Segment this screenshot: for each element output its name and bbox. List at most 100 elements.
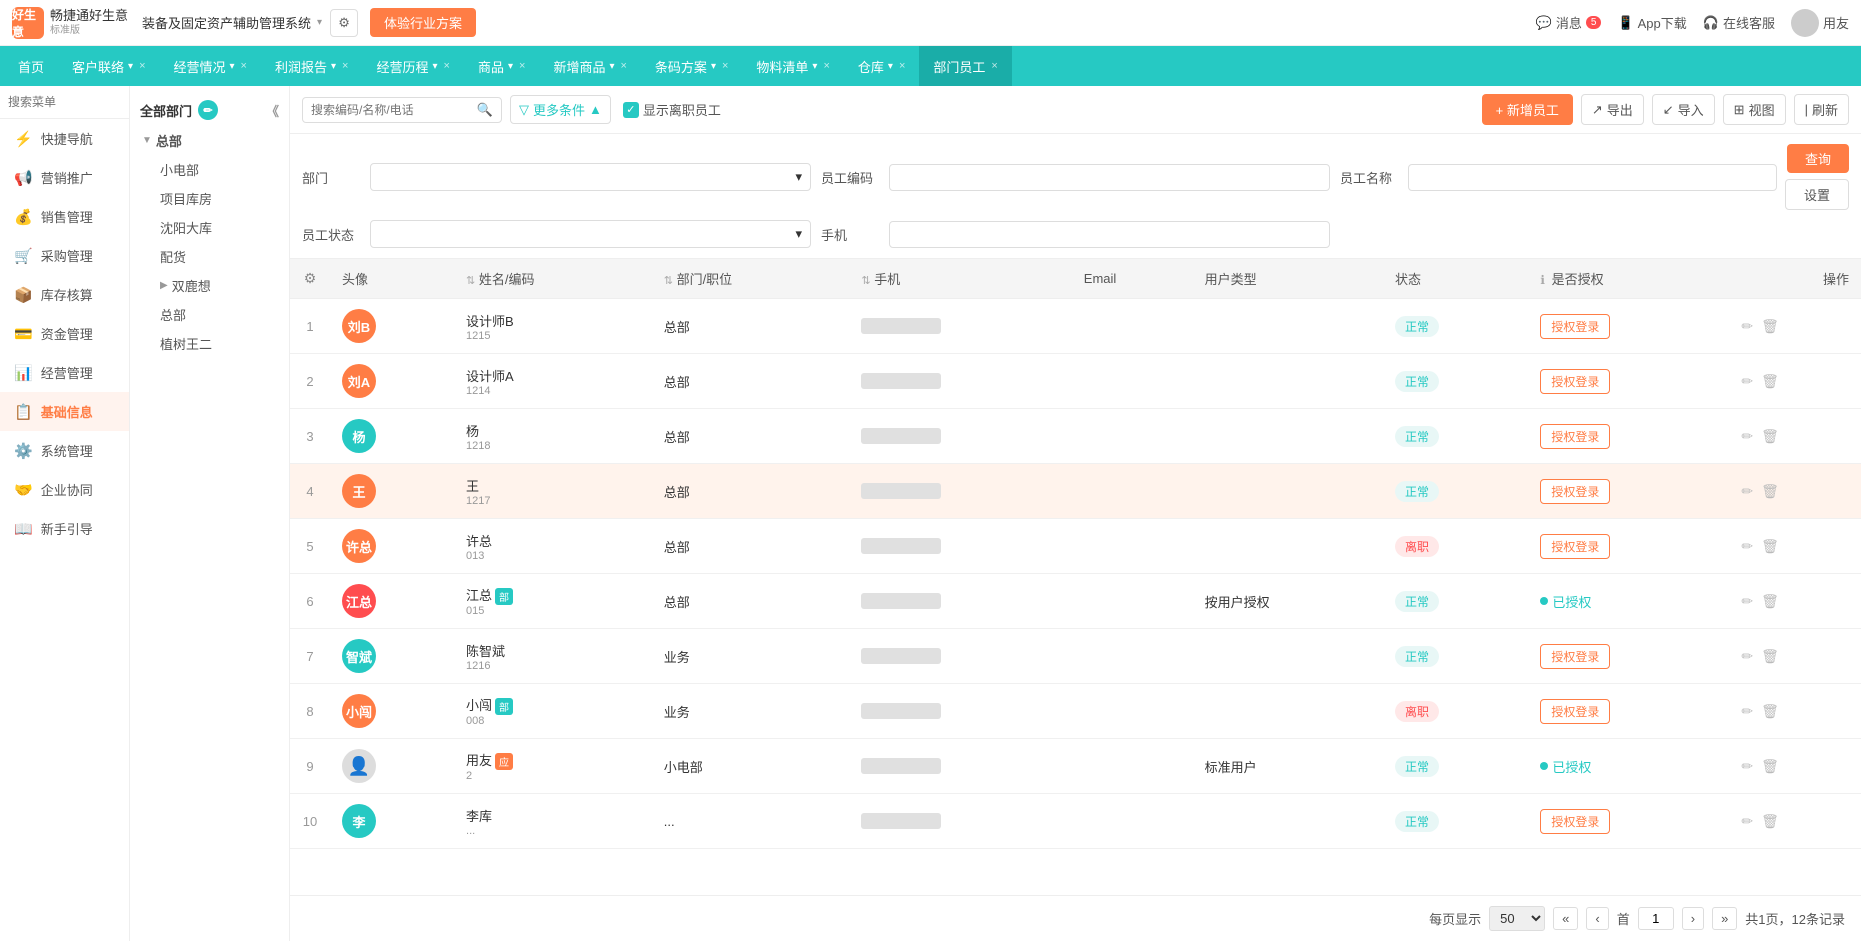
dept-node-double-deer[interactable]: ▶ 双鹿想 — [130, 271, 289, 300]
dept-node-head-office[interactable]: 总部 — [130, 300, 289, 329]
sidebar-item-sales[interactable]: 💰 销售管理 — [0, 197, 129, 236]
dept-collapse-icon[interactable]: 《 — [266, 101, 279, 120]
delete-icon[interactable]: 🗑 — [1761, 428, 1779, 445]
authorize-button[interactable]: 授权登录 — [1540, 479, 1610, 504]
online-service-btn[interactable]: 🎧 在线客服 — [1703, 13, 1775, 32]
tab-close-icon[interactable]: × — [823, 60, 829, 72]
nav-tab-material[interactable]: 物料清单 ▾ × — [742, 46, 843, 86]
dept-node-small-elec[interactable]: 小电部 — [130, 155, 289, 184]
authorize-button[interactable]: 授权登录 — [1540, 369, 1610, 394]
first-page-btn[interactable]: « — [1553, 907, 1578, 930]
last-page-btn[interactable]: » — [1712, 907, 1737, 930]
edit-icon[interactable]: ✏ — [1741, 813, 1753, 830]
per-page-select[interactable]: 50 20 100 — [1489, 906, 1545, 931]
delete-icon[interactable]: 🗑 — [1761, 703, 1779, 720]
dept-filter-select[interactable]: ▾ — [370, 163, 811, 191]
authorize-button[interactable]: 授权登录 — [1540, 644, 1610, 669]
dept-edit-icon[interactable]: ✏ — [198, 100, 218, 120]
import-button[interactable]: ↙ 导入 — [1652, 94, 1715, 125]
tab-close-icon[interactable]: × — [519, 60, 525, 72]
delete-icon[interactable]: 🗑 — [1761, 648, 1779, 665]
app-download-btn[interactable]: 📱 App下载 — [1617, 13, 1686, 32]
nav-tab-history[interactable]: 经营历程 ▾ × — [362, 46, 463, 86]
phone-filter-input[interactable] — [889, 221, 1330, 248]
reset-button[interactable]: 设置 — [1785, 179, 1849, 210]
table-settings-icon[interactable]: ⚙ — [304, 270, 317, 287]
sidebar-item-system[interactable]: ⚙️ 系统管理 — [0, 431, 129, 470]
sidebar-item-purchase[interactable]: 🛒 采购管理 — [0, 236, 129, 275]
delete-icon[interactable]: 🗑 — [1761, 593, 1779, 610]
emp-status-filter-select[interactable]: ▾ — [370, 220, 811, 248]
message-btn[interactable]: 💬 消息 5 — [1536, 13, 1602, 32]
sidebar-item-cooperation[interactable]: 🤝 企业协同 — [0, 470, 129, 509]
delete-icon[interactable]: 🗑 — [1761, 483, 1779, 500]
search-input[interactable] — [311, 103, 477, 117]
sidebar-item-management[interactable]: 📊 经营管理 — [0, 353, 129, 392]
page-input[interactable] — [1638, 907, 1674, 930]
nav-tab-home[interactable]: 首页 — [4, 46, 58, 86]
edit-icon[interactable]: ✏ — [1741, 373, 1753, 390]
user-menu[interactable]: 用友 — [1791, 9, 1849, 37]
edit-icon[interactable]: ✏ — [1741, 428, 1753, 445]
edit-icon[interactable]: ✏ — [1741, 648, 1753, 665]
title-dropdown-icon[interactable]: ▾ — [317, 17, 322, 28]
next-page-btn[interactable]: › — [1682, 907, 1704, 930]
sidebar-item-marketing[interactable]: 📢 营销推广 — [0, 158, 129, 197]
nav-tab-warehouse[interactable]: 仓库 ▾ × — [844, 46, 919, 86]
authorize-button[interactable]: 授权登录 — [1540, 809, 1610, 834]
delete-icon[interactable]: 🗑 — [1761, 813, 1779, 830]
emp-code-filter-input[interactable] — [889, 164, 1330, 191]
nav-tab-new-goods[interactable]: 新增商品 ▾ × — [539, 46, 640, 86]
nav-tab-barcode[interactable]: 条码方案 ▾ × — [641, 46, 742, 86]
edit-icon[interactable]: ✏ — [1741, 703, 1753, 720]
nav-tab-customer[interactable]: 客户联络 ▾ × — [58, 46, 159, 86]
tab-close-icon[interactable]: × — [722, 60, 728, 72]
trial-button[interactable]: 体验行业方案 — [370, 8, 476, 37]
tab-close-icon[interactable]: × — [139, 60, 145, 72]
tab-close-icon[interactable]: × — [899, 60, 905, 72]
tab-close-icon[interactable]: × — [620, 60, 626, 72]
sidebar-item-basic-info[interactable]: 📋 基础信息 — [0, 392, 129, 431]
prev-page-btn[interactable]: ‹ — [1586, 907, 1608, 930]
tab-close-icon[interactable]: × — [991, 60, 997, 72]
sidebar-search-input[interactable] — [8, 95, 130, 109]
dept-group-head[interactable]: ▼ 总部 — [130, 126, 289, 155]
sidebar-item-quick-nav[interactable]: ⚡ 快捷导航 — [0, 119, 129, 158]
delete-icon[interactable]: 🗑 — [1761, 373, 1779, 390]
edit-icon[interactable]: ✏ — [1741, 538, 1753, 555]
edit-icon[interactable]: ✏ — [1741, 318, 1753, 335]
gear-button[interactable]: ⚙ — [330, 9, 358, 37]
edit-icon[interactable]: ✏ — [1741, 483, 1753, 500]
authorize-button[interactable]: 授权登录 — [1540, 699, 1610, 724]
sidebar-item-inventory[interactable]: 📦 库存核算 — [0, 275, 129, 314]
emp-name-filter-input[interactable] — [1408, 164, 1777, 191]
show-resign-checkbox[interactable]: ✓ 显示离职员工 — [623, 100, 721, 119]
delete-icon[interactable]: 🗑 — [1761, 758, 1779, 775]
tab-close-icon[interactable]: × — [241, 60, 247, 72]
query-button[interactable]: 查询 — [1787, 144, 1849, 173]
nav-tab-employees[interactable]: 部门员工 × — [919, 46, 1011, 86]
dept-node-plant-tree[interactable]: 植树王二 — [130, 329, 289, 358]
tab-close-icon[interactable]: × — [342, 60, 348, 72]
authorize-button[interactable]: 授权登录 — [1540, 424, 1610, 449]
dept-node-project-room[interactable]: 项目库房 — [130, 184, 289, 213]
tab-close-icon[interactable]: × — [444, 60, 450, 72]
authorize-button[interactable]: 授权登录 — [1540, 314, 1610, 339]
sidebar-item-finance[interactable]: 💳 资金管理 — [0, 314, 129, 353]
dept-node-shenyang[interactable]: 沈阳大库 — [130, 213, 289, 242]
dept-node-delivery[interactable]: 配货 — [130, 242, 289, 271]
edit-icon[interactable]: ✏ — [1741, 593, 1753, 610]
authorize-button[interactable]: 授权登录 — [1540, 534, 1610, 559]
print-button[interactable]: | 刷新 — [1794, 94, 1849, 125]
nav-tab-operations[interactable]: 经营情况 ▾ × — [160, 46, 261, 86]
delete-icon[interactable]: 🗑 — [1761, 318, 1779, 335]
add-employee-button[interactable]: + 新增员工 — [1482, 94, 1573, 125]
export-button[interactable]: ↗ 导出 — [1581, 94, 1644, 125]
edit-icon[interactable]: ✏ — [1741, 758, 1753, 775]
nav-tab-goods[interactable]: 商品 ▾ × — [464, 46, 539, 86]
nav-tab-profit[interactable]: 利润报告 ▾ × — [261, 46, 362, 86]
more-filter-btn[interactable]: ▽ 更多条件 ▲ — [510, 95, 611, 124]
view-button[interactable]: ⊞ 视图 — [1723, 94, 1786, 125]
sidebar-item-guide[interactable]: 📖 新手引导 — [0, 509, 129, 548]
delete-icon[interactable]: 🗑 — [1761, 538, 1779, 555]
